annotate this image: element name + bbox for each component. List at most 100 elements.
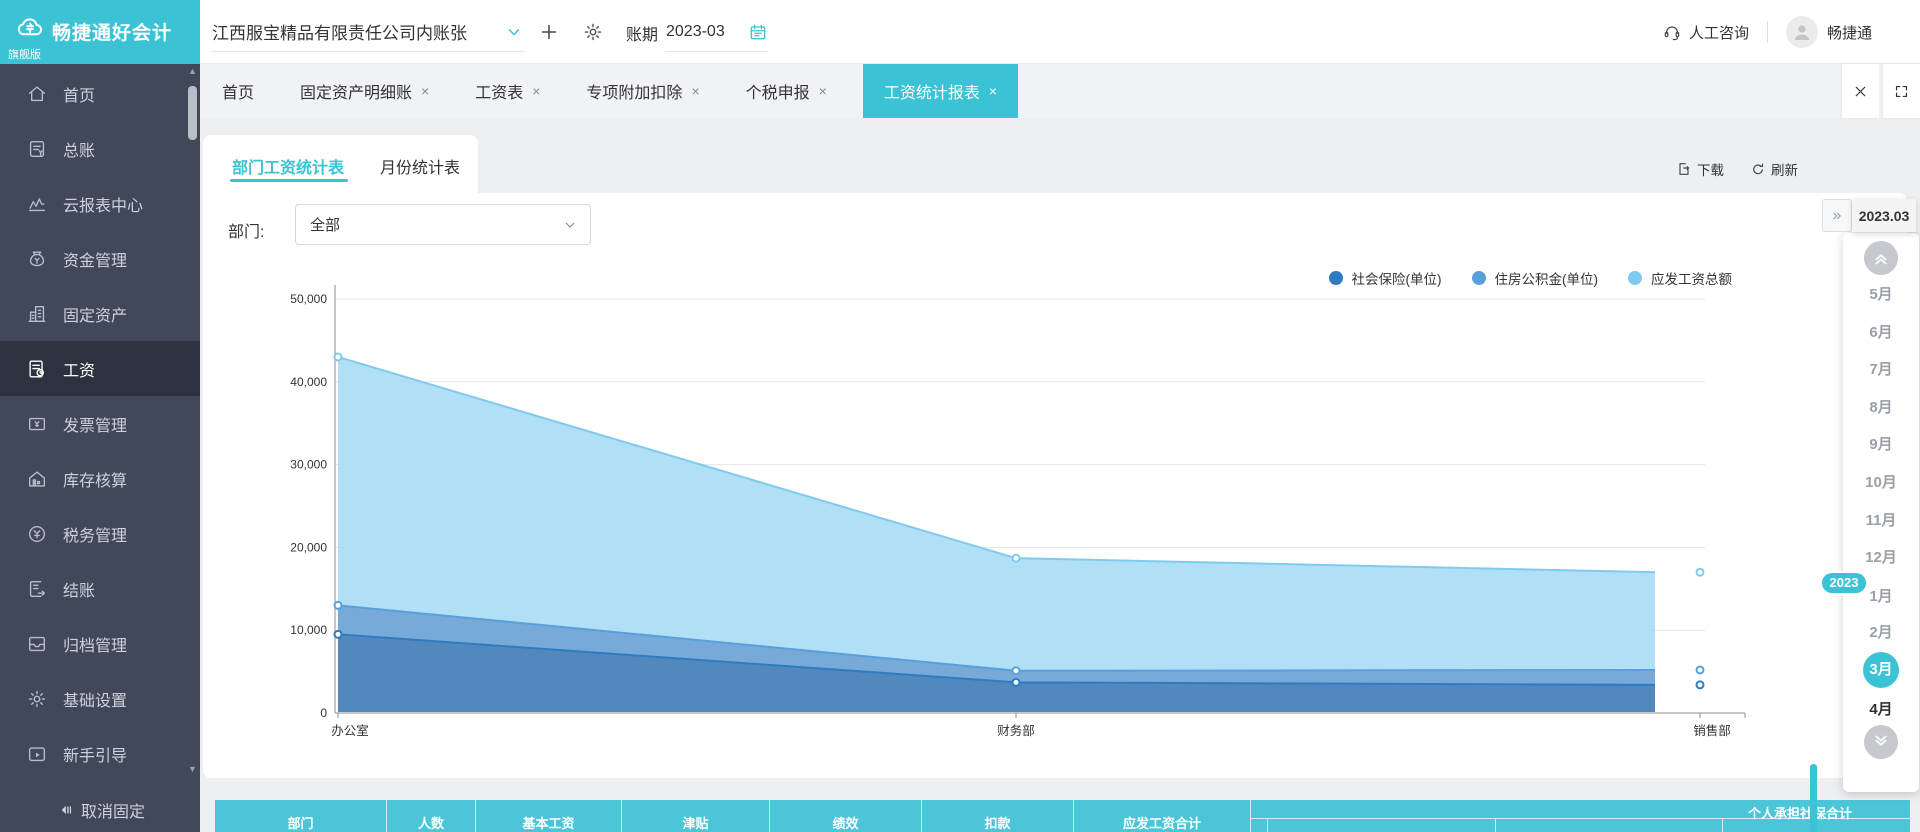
settings-gear-icon[interactable] [582, 21, 604, 43]
guide-icon [26, 743, 48, 765]
month-item[interactable]: 7月 [1843, 360, 1919, 380]
content-scrollbar-thumb[interactable] [1810, 764, 1817, 832]
sidebar-item-settings[interactable]: 基础设置 [0, 671, 200, 726]
sidebar-item-invoice[interactable]: 发票管理 [0, 396, 200, 451]
collapse-month-panel-button[interactable]: » [1822, 199, 1852, 232]
table-column-label: 绩效 [832, 816, 859, 831]
table-column-header: 扣款 [922, 800, 1074, 832]
month-item[interactable]: 11月 [1843, 511, 1919, 531]
username[interactable]: 畅捷通 [1827, 22, 1872, 43]
svg-text:财务部: 财务部 [997, 723, 1035, 738]
period-picker[interactable]: 2023-03 [666, 12, 768, 52]
sidebar-scrollbar-thumb[interactable] [188, 86, 197, 140]
month-item[interactable]: 3月 [1863, 652, 1899, 688]
download-button[interactable]: 下载 [1676, 159, 1724, 179]
sidebar-scroll-up-icon[interactable]: ▲ [186, 66, 199, 76]
sidebar-item-label: 云报表中心 [63, 197, 144, 215]
month-item[interactable]: 4月 [1843, 700, 1919, 720]
close-tab-icon[interactable]: × [819, 83, 827, 99]
tab-5[interactable]: 工资统计报表 × [862, 64, 1019, 118]
current-period-value: 2023.03 [1858, 207, 1910, 224]
avatar[interactable] [1785, 16, 1818, 48]
month-item[interactable]: 5月 [1843, 285, 1919, 305]
department-select-value: 全部 [310, 217, 341, 234]
sidebar-item-archive[interactable]: 归档管理 [0, 616, 200, 671]
summary-table-header: 部门 人数 基本工资 津贴 绩效 扣款 应发工资合计 个人承担社保合计 [215, 800, 1910, 832]
sidebar-item-guide[interactable]: 新手引导 [0, 726, 200, 781]
chart-y-tick-labels: 0 10,000 20,000 30,000 40,000 50,000 [290, 292, 327, 720]
close-tab-icon[interactable]: × [421, 83, 429, 99]
table-group-column-label: 个人承担社保合计 [1747, 806, 1852, 821]
sidebar-scroll-down-icon[interactable]: ▼ [186, 764, 199, 774]
month-item[interactable]: 9月 [1843, 435, 1919, 455]
month-item[interactable]: 8月 [1843, 398, 1919, 418]
chart-x-tick-labels: 办公室 财务部 销售部 [331, 723, 1731, 738]
tab-3[interactable]: 专项附加扣除 × [576, 64, 709, 118]
tab-label: 固定资产明细账 [300, 85, 413, 102]
table-column-header: 绩效 [770, 800, 922, 832]
table-column-label: 基本工资 [522, 816, 575, 831]
company-selector[interactable]: 江西服宝精品有限责任公司内账张 [212, 12, 524, 52]
close-all-button[interactable] [1842, 64, 1879, 118]
collapse-icon: » [1832, 206, 1842, 224]
sidebar-item-label: 新手引导 [63, 747, 128, 765]
inventory-icon [26, 468, 48, 490]
sidebar-item-ledger[interactable]: 总账 [0, 121, 200, 176]
month-item[interactable]: 10月 [1843, 473, 1919, 493]
close-tab-icon[interactable]: × [532, 83, 540, 99]
salary-area-chart: 0 10,000 20,000 30,000 40,000 50,000 办公室 财务部 销售部 [290, 285, 1746, 738]
app-logo: 畅捷通好会计 旗舰版 [0, 0, 200, 64]
table-column-label: 津贴 [682, 816, 709, 831]
table-subcolumn-separator [1495, 819, 1496, 832]
period-label: 账期 [626, 27, 659, 44]
fullscreen-button[interactable] [1883, 64, 1920, 118]
closing-icon [26, 578, 48, 600]
tab-department-stats[interactable]: 部门工资统计表 [232, 154, 344, 178]
unpin-icon [55, 800, 75, 820]
sidebar-item-inventory[interactable]: 库存核算 [0, 451, 200, 506]
fullscreen-icon [1893, 83, 1910, 100]
tab-2[interactable]: 工资表 × [465, 64, 550, 118]
close-tab-icon[interactable]: × [989, 83, 997, 99]
tab-0[interactable]: 首页 [212, 64, 264, 118]
refresh-button[interactable]: 刷新 [1750, 159, 1798, 179]
sidebar-item-label: 归档管理 [63, 637, 128, 655]
sidebar-item-salary[interactable]: 工资 [0, 341, 200, 396]
tab-1[interactable]: 固定资产明细账 × [290, 64, 439, 118]
month-item[interactable]: 6月 [1843, 323, 1919, 343]
archive-icon [26, 633, 48, 655]
scroll-months-down-button[interactable] [1864, 725, 1898, 759]
brand-edition: 旗舰版 [8, 49, 41, 61]
sidebar-item-fixed-asset[interactable]: 固定资产 [0, 286, 200, 341]
department-filter-label: 部门: [228, 224, 265, 241]
close-tab-icon[interactable]: × [691, 83, 699, 99]
month-item[interactable]: 12月 [1843, 548, 1919, 568]
sidebar-item-cloud-report[interactable]: 云报表中心 [0, 176, 200, 231]
year-badge: 2023 [1822, 573, 1866, 593]
table-column-label: 人数 [417, 816, 444, 831]
download-icon [1676, 161, 1692, 177]
sidebar-item-label: 固定资产 [63, 307, 128, 325]
scroll-months-up-button[interactable] [1864, 241, 1898, 275]
department-select[interactable]: 全部 [295, 204, 591, 245]
current-period-box[interactable]: 2023.03 [1852, 199, 1916, 232]
tab-4[interactable]: 个税申报 × [736, 64, 837, 118]
sidebar-item-fund[interactable]: 资金管理 [0, 231, 200, 286]
sidebar-item-label: 库存核算 [63, 472, 128, 490]
fund-icon [26, 248, 48, 270]
sidebar-menu: 首页 总账云报表中心资金管理固定资产工资发票管理库存核算税务管理 结账归档管理基础设… [0, 66, 200, 781]
svg-text:20,000: 20,000 [290, 540, 327, 554]
sidebar-item-label: 发票管理 [63, 417, 128, 435]
open-tabs: 首页 固定资产明细账 × 工资表 × 专项附加扣除 × 个税申报 × 工资统计报表 × [212, 64, 1019, 118]
unpin-label: 取消固定 [80, 804, 145, 821]
period-value: 2023-03 [666, 22, 725, 40]
sidebar-unpin-button[interactable]: 取消固定 [0, 788, 200, 832]
month-item[interactable]: 2月 [1843, 623, 1919, 643]
support-link[interactable]: 人工咨询 [1689, 22, 1749, 43]
add-account-button[interactable] [538, 21, 560, 43]
sidebar-item-tax[interactable]: 税务管理 [0, 506, 200, 561]
sidebar-item-home[interactable]: 首页 [0, 66, 200, 121]
tab-month-stats[interactable]: 月份统计表 [380, 154, 460, 178]
sidebar-item-closing[interactable]: 结账 [0, 561, 200, 616]
month-panel: 5月 6月 7月 8月 9月 10月 11月 12月 1月 2月 3月 4月 [1843, 233, 1919, 792]
